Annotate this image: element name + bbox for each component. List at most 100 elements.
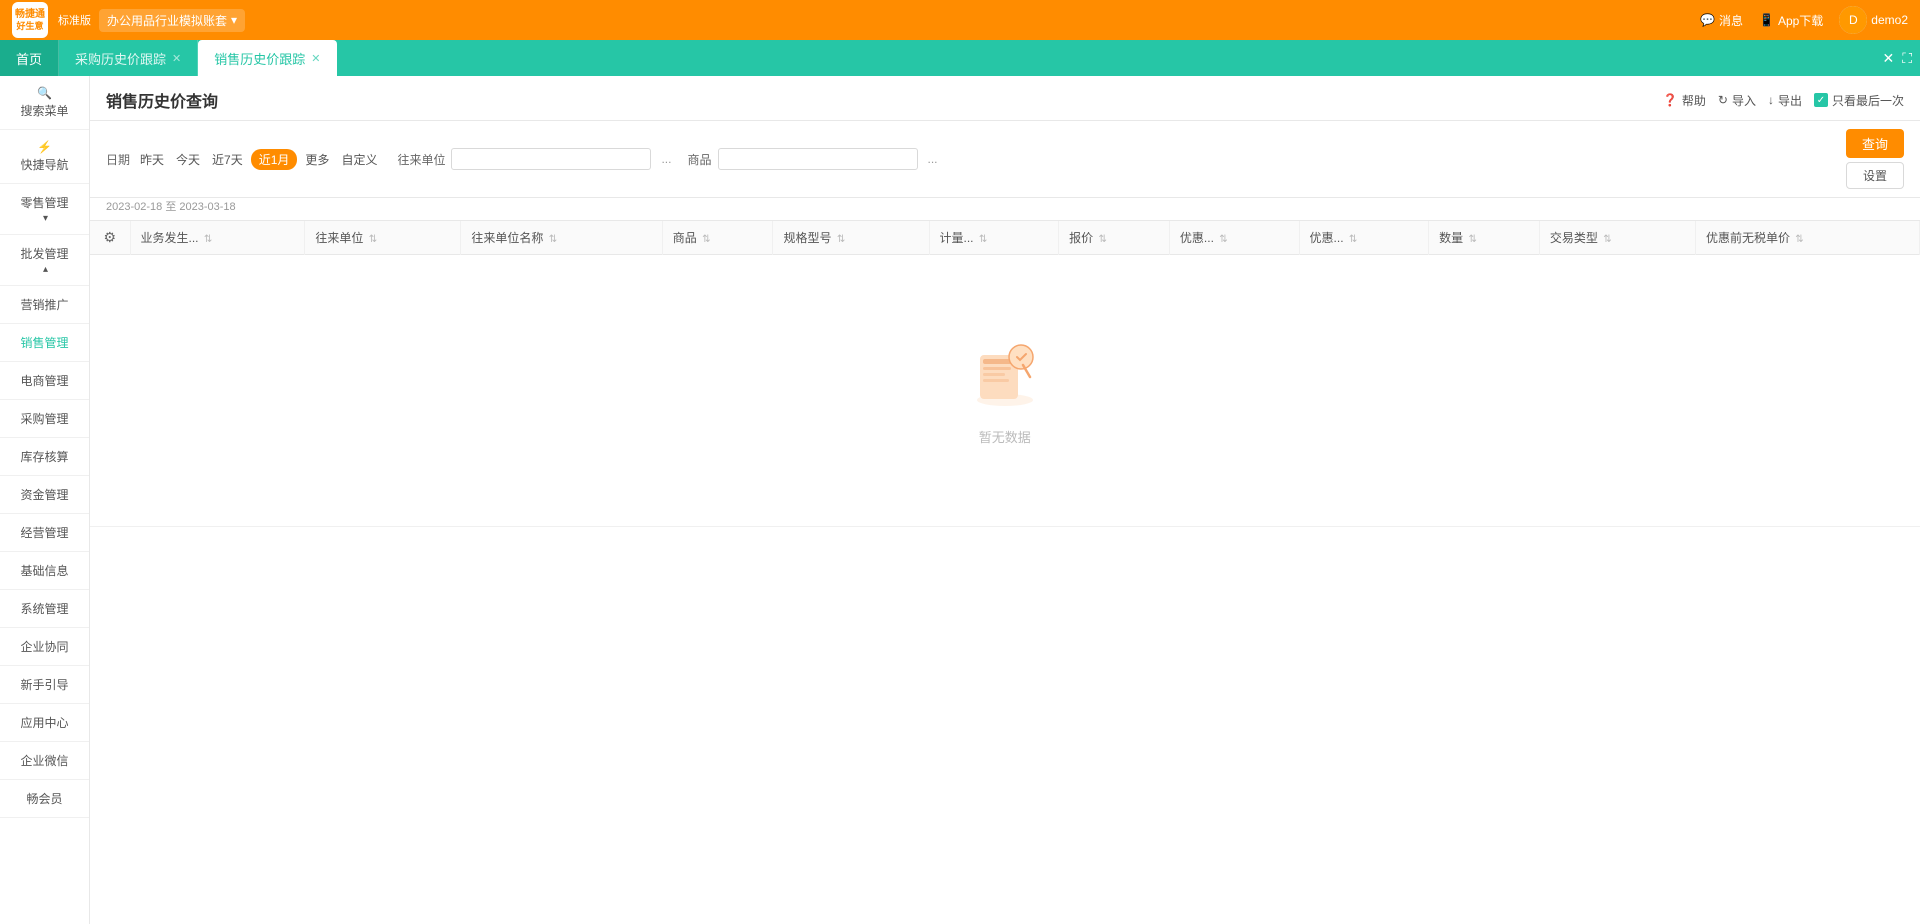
partner-dots[interactable]: ... (661, 152, 671, 166)
col-quoted-price[interactable]: 报价 ⇅ (1059, 221, 1170, 255)
empty-row: 暂无数据 (90, 255, 1920, 527)
message-btn[interactable]: 💬 消息 (1700, 12, 1743, 29)
date-btn-1month[interactable]: 近1月 (251, 149, 298, 170)
sidebar-item-finance[interactable]: 资金管理 (0, 476, 89, 514)
dropdown-arrow-icon: ▾ (231, 13, 237, 27)
sidebar-item-wholesale[interactable]: 批发管理 ▴ (0, 235, 89, 286)
content-area: 销售历史价查询 ❓ 帮助 ↻ 导入 ↓ 导出 ✓ (90, 76, 1920, 924)
col-spec[interactable]: 规格型号 ⇅ (773, 221, 929, 255)
sidebar-label-wechat: 企业微信 (20, 752, 68, 769)
sidebar-label-ecommerce: 电商管理 (20, 372, 68, 389)
date-btn-today[interactable]: 今天 (172, 149, 204, 170)
sidebar-label-apps: 应用中心 (20, 714, 68, 731)
date-buttons: 昨天 今天 近7天 近1月 更多 自定义 (136, 149, 381, 170)
col-partner-name[interactable]: 往来单位名称 ⇅ (461, 221, 662, 255)
col-trade-type[interactable]: 交易类型 ⇅ (1539, 221, 1695, 255)
sort-icon-discount2: ⇅ (1349, 234, 1357, 245)
tab-purchase-history[interactable]: 采购历史价跟踪 ✕ (59, 40, 198, 76)
sidebar-label-system: 系统管理 (20, 600, 68, 617)
date-btn-more[interactable]: 更多 (301, 149, 333, 170)
sidebar-item-member[interactable]: 畅会员 (0, 780, 89, 818)
partner-input[interactable] (451, 148, 651, 170)
product-input[interactable] (718, 148, 918, 170)
sidebar-label-purchase: 采购管理 (20, 410, 68, 427)
only-last-checkbox-label[interactable]: ✓ 只看最后一次 (1814, 92, 1904, 109)
date-btn-yesterday[interactable]: 昨天 (136, 149, 168, 170)
sort-icon-partner-name: ⇅ (549, 234, 557, 245)
partner-filter-label: 往来单位 (397, 151, 445, 168)
tab-sales-history[interactable]: 销售历史价跟踪 ✕ (198, 40, 337, 76)
sidebar-item-sales[interactable]: 销售管理 (0, 324, 89, 362)
col-partner-code[interactable]: 往来单位 ⇅ (305, 221, 461, 255)
user-menu[interactable]: D demo2 (1839, 6, 1908, 34)
sidebar-item-retail[interactable]: 零售管理 ▾ (0, 184, 89, 235)
sort-icon-spec: ⇅ (837, 234, 845, 245)
empty-state: 暂无数据 (90, 255, 1920, 526)
sidebar-item-ecommerce[interactable]: 电商管理 (0, 362, 89, 400)
empty-text: 暂无数据 (979, 427, 1031, 446)
export-icon: ↓ (1768, 93, 1774, 107)
tab-home-label: 首页 (16, 49, 42, 68)
col-biz-date[interactable]: 业务发生... ⇅ (130, 221, 305, 255)
tab-bar: 首页 采购历史价跟踪 ✕ 销售历史价跟踪 ✕ ✕ ⛶ (0, 40, 1920, 76)
page-header-row: 销售历史价查询 ❓ 帮助 ↻ 导入 ↓ 导出 ✓ (106, 88, 1904, 112)
help-btn[interactable]: ❓ 帮助 (1663, 92, 1706, 109)
settings-button[interactable]: 设置 (1846, 162, 1904, 189)
sidebar-item-basic[interactable]: 基础信息 (0, 552, 89, 590)
col-unit[interactable]: 计量... ⇅ (929, 221, 1059, 255)
partner-filter-group: 往来单位 ... (397, 148, 671, 170)
app-title: 标准版 (58, 12, 91, 28)
sidebar-label-retail: 零售管理 (20, 194, 68, 211)
sort-icon-quoted: ⇅ (1098, 234, 1106, 245)
message-icon: 💬 (1700, 13, 1715, 27)
sort-icon-product: ⇅ (702, 234, 710, 245)
tab-sales-close[interactable]: ✕ (311, 52, 320, 65)
sidebar-item-search[interactable]: 🔍 搜索菜单 (0, 76, 89, 130)
sidebar-item-apps[interactable]: 应用中心 (0, 704, 89, 742)
sidebar: 🔍 搜索菜单 ⚡ 快捷导航 零售管理 ▾ 批发管理 ▴ 营销推广 销售管理 电商… (0, 76, 90, 924)
sidebar-item-marketing[interactable]: 营销推广 (0, 286, 89, 324)
col-quantity[interactable]: 数量 ⇅ (1429, 221, 1540, 255)
logo: 畅捷通 好生意 (12, 2, 48, 38)
column-settings-icon[interactable]: ⚙ (103, 229, 116, 245)
sort-icon-unit: ⇅ (979, 234, 987, 245)
export-btn[interactable]: ↓ 导出 (1768, 92, 1802, 109)
only-last-checkbox[interactable]: ✓ (1814, 93, 1828, 107)
product-filter-label: 商品 (687, 151, 711, 168)
sidebar-item-shortcut[interactable]: ⚡ 快捷导航 (0, 130, 89, 184)
sidebar-item-system[interactable]: 系统管理 (0, 590, 89, 628)
app-download-btn[interactable]: 📱 App下载 (1759, 12, 1823, 29)
product-dots[interactable]: ... (928, 152, 938, 166)
chevron-down-icon: ▾ (43, 213, 48, 224)
search-icon: 🔍 (37, 86, 52, 100)
col-discount1[interactable]: 优惠... ⇅ (1169, 221, 1299, 255)
table-body: 暂无数据 (90, 255, 1920, 527)
tab-bar-actions: ✕ ⛶ (1882, 50, 1920, 67)
search-button[interactable]: 查询 (1846, 129, 1904, 158)
sidebar-item-collab[interactable]: 企业协同 (0, 628, 89, 666)
sidebar-item-purchase[interactable]: 采购管理 (0, 400, 89, 438)
sidebar-item-wechat[interactable]: 企业微信 (0, 742, 89, 780)
sidebar-item-ops[interactable]: 经营管理 (0, 514, 89, 552)
col-pretax-price[interactable]: 优惠前无税单价 ⇅ (1695, 221, 1919, 255)
account-dropdown[interactable]: 办公用品行业模拟账套 ▾ (99, 9, 245, 32)
sidebar-label-basic: 基础信息 (20, 562, 68, 579)
avatar: D (1839, 6, 1867, 34)
close-all-icon[interactable]: ✕ (1882, 50, 1894, 67)
date-btn-7days[interactable]: 近7天 (208, 149, 247, 170)
tab-purchase-close[interactable]: ✕ (172, 52, 181, 65)
col-discount2[interactable]: 优惠... ⇅ (1299, 221, 1429, 255)
sidebar-label-marketing: 营销推广 (20, 296, 68, 313)
col-gear[interactable]: ⚙ (90, 221, 130, 255)
product-filter-group: 商品 ... (687, 148, 937, 170)
tab-home[interactable]: 首页 (0, 40, 59, 76)
page-header: 销售历史价查询 ❓ 帮助 ↻ 导入 ↓ 导出 ✓ (90, 76, 1920, 121)
sort-icon-partner: ⇅ (369, 234, 377, 245)
sidebar-label-search: 搜索菜单 (20, 102, 68, 119)
date-btn-custom[interactable]: 自定义 (337, 149, 381, 170)
sidebar-item-guide[interactable]: 新手引导 (0, 666, 89, 704)
maximize-icon[interactable]: ⛶ (1902, 50, 1912, 67)
sidebar-item-inventory[interactable]: 库存核算 (0, 438, 89, 476)
col-product[interactable]: 商品 ⇅ (662, 221, 773, 255)
import-btn[interactable]: ↻ 导入 (1718, 92, 1756, 109)
